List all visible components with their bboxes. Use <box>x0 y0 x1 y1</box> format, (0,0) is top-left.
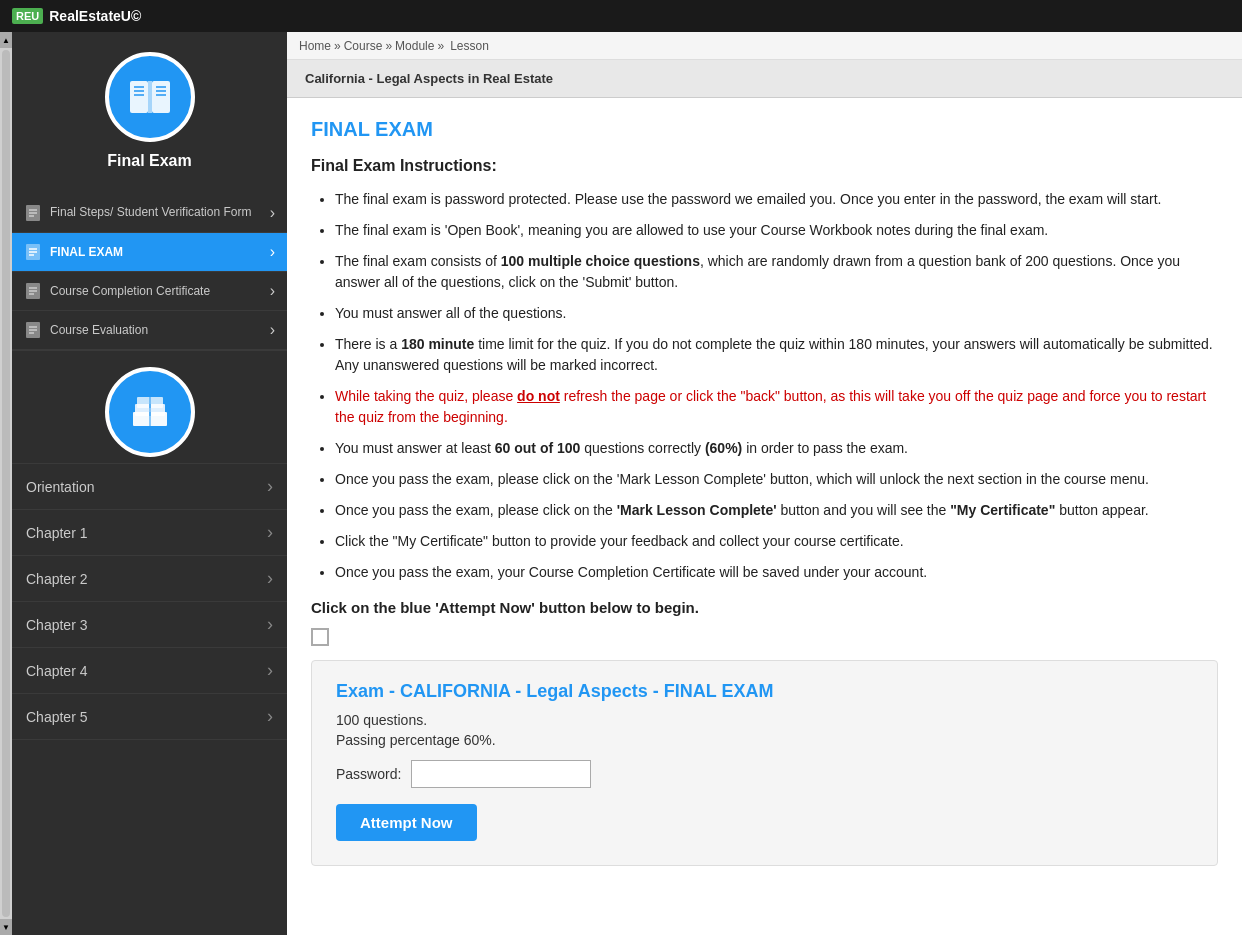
chevron-icon-1: › <box>270 204 275 222</box>
doc-icon-2 <box>24 243 42 261</box>
instruction-11: Once you pass the exam, your Course Comp… <box>335 562 1218 583</box>
chapter1-label: Chapter 1 <box>26 525 87 541</box>
sidebar-item-chapter4[interactable]: Chapter 4 › <box>12 648 287 694</box>
breadcrumb-course[interactable]: Course <box>344 39 383 53</box>
instruction-7: You must answer at least 60 out of 100 q… <box>335 438 1218 459</box>
sidebar-item-course-evaluation[interactable]: Course Evaluation › <box>12 311 287 350</box>
breadcrumb-home[interactable]: Home <box>299 39 331 53</box>
sidebar-item-final-exam[interactable]: FINAL EXAM › <box>12 233 287 272</box>
instructions-heading: Final Exam Instructions: <box>311 157 1218 175</box>
instruction-3: The final exam consists of 100 multiple … <box>335 251 1218 293</box>
topbar: REU RealEstateU© <box>0 0 1242 32</box>
sidebar: Final Exam Final Steps/ Student Verifica… <box>12 32 287 935</box>
content-header-title: California - Legal Aspects in Real Estat… <box>305 71 553 86</box>
exam-passing-percentage: Passing percentage 60%. <box>336 732 1193 748</box>
exam-questions-count: 100 questions. <box>336 712 1193 728</box>
chapter2-label: Chapter 2 <box>26 571 87 587</box>
sidebar-item-student-verification[interactable]: Final Steps/ Student Verification Form › <box>12 194 287 233</box>
breadcrumb-lesson: Lesson <box>450 39 489 53</box>
chapter4-label: Chapter 4 <box>26 663 87 679</box>
scroll-down-arrow[interactable]: ▼ <box>0 919 12 935</box>
sidebar-main-title: Final Exam <box>107 152 191 170</box>
svg-rect-2 <box>148 81 152 113</box>
instruction-1: The final exam is password protected. Pl… <box>335 189 1218 210</box>
app-title: RealEstateU© <box>49 8 141 24</box>
instruction-9: Once you pass the exam, please click on … <box>335 500 1218 521</box>
orientation-chevron: › <box>267 476 273 497</box>
reu-badge: REU <box>12 8 43 24</box>
sidebar-item-chapter5[interactable]: Chapter 5 › <box>12 694 287 740</box>
chevron-icon-3: › <box>270 282 275 300</box>
main-content-area: Home » Course » Module » Lesson Californ… <box>287 32 1242 935</box>
exam-card-title: Exam - CALIFORNIA - Legal Aspects - FINA… <box>336 681 1193 702</box>
click-prompt: Click on the blue 'Attempt Now' button b… <box>311 599 1218 616</box>
breadcrumb-module[interactable]: Module <box>395 39 434 53</box>
attempt-now-button[interactable]: Attempt Now <box>336 804 477 841</box>
chapter3-label: Chapter 3 <box>26 617 87 633</box>
chapter3-chevron: › <box>267 614 273 635</box>
instruction-4: You must answer all of the questions. <box>335 303 1218 324</box>
exam-card: Exam - CALIFORNIA - Legal Aspects - FINA… <box>311 660 1218 866</box>
sidebar-item-orientation[interactable]: Orientation › <box>12 464 287 510</box>
chevron-icon-4: › <box>270 321 275 339</box>
sidebar-item-completion-cert[interactable]: Course Completion Certificate › <box>12 272 287 311</box>
sidebar-courses-icon-area <box>12 350 287 464</box>
doc-icon-3 <box>24 282 42 300</box>
sidebar-item-chapter3[interactable]: Chapter 3 › <box>12 602 287 648</box>
sidebar-item-completion-cert-label: Course Completion Certificate <box>50 284 210 298</box>
chapter4-chevron: › <box>267 660 273 681</box>
content-header: California - Legal Aspects in Real Estat… <box>287 60 1242 98</box>
chapter5-chevron: › <box>267 706 273 727</box>
sidebar-item-chapter1[interactable]: Chapter 1 › <box>12 510 287 556</box>
content-body: FINAL EXAM Final Exam Instructions: The … <box>287 98 1242 935</box>
instruction-5: There is a 180 minute time limit for the… <box>335 334 1218 376</box>
sidebar-item-final-exam-label: FINAL EXAM <box>50 245 123 259</box>
password-row: Password: <box>336 760 1193 788</box>
doc-icon-1 <box>24 204 42 222</box>
courses-icon-circle <box>105 367 195 457</box>
instruction-6: While taking the quiz, please do not ref… <box>335 386 1218 428</box>
instruction-10: Click the "My Certificate" button to pro… <box>335 531 1218 552</box>
chapter2-chevron: › <box>267 568 273 589</box>
vertical-scrollbar[interactable]: ▲ ▼ <box>0 32 12 935</box>
sidebar-header: Final Exam <box>12 32 287 194</box>
book-icon <box>125 77 175 117</box>
sidebar-item-course-eval-label: Course Evaluation <box>50 323 148 337</box>
final-exam-heading: FINAL EXAM <box>311 118 1218 141</box>
chevron-icon-2: › <box>270 243 275 261</box>
breadcrumb: Home » Course » Module » Lesson <box>287 32 1242 60</box>
sidebar-item-student-verification-label: Final Steps/ Student Verification Form <box>50 205 251 221</box>
password-input[interactable] <box>411 760 591 788</box>
exam-checkbox[interactable] <box>311 628 329 646</box>
password-label: Password: <box>336 766 401 782</box>
svg-rect-0 <box>130 81 148 113</box>
chapter1-chevron: › <box>267 522 273 543</box>
chapter5-label: Chapter 5 <box>26 709 87 725</box>
orientation-label: Orientation <box>26 479 94 495</box>
courses-icon <box>125 392 175 432</box>
instruction-8: Once you pass the exam, please click on … <box>335 469 1218 490</box>
svg-rect-1 <box>152 81 170 113</box>
sidebar-item-chapter2[interactable]: Chapter 2 › <box>12 556 287 602</box>
scroll-thumb[interactable] <box>2 50 10 917</box>
scroll-up-arrow[interactable]: ▲ <box>0 32 12 48</box>
book-icon-circle <box>105 52 195 142</box>
instruction-2: The final exam is 'Open Book', meaning y… <box>335 220 1218 241</box>
instructions-list: The final exam is password protected. Pl… <box>311 189 1218 583</box>
doc-icon-4 <box>24 321 42 339</box>
